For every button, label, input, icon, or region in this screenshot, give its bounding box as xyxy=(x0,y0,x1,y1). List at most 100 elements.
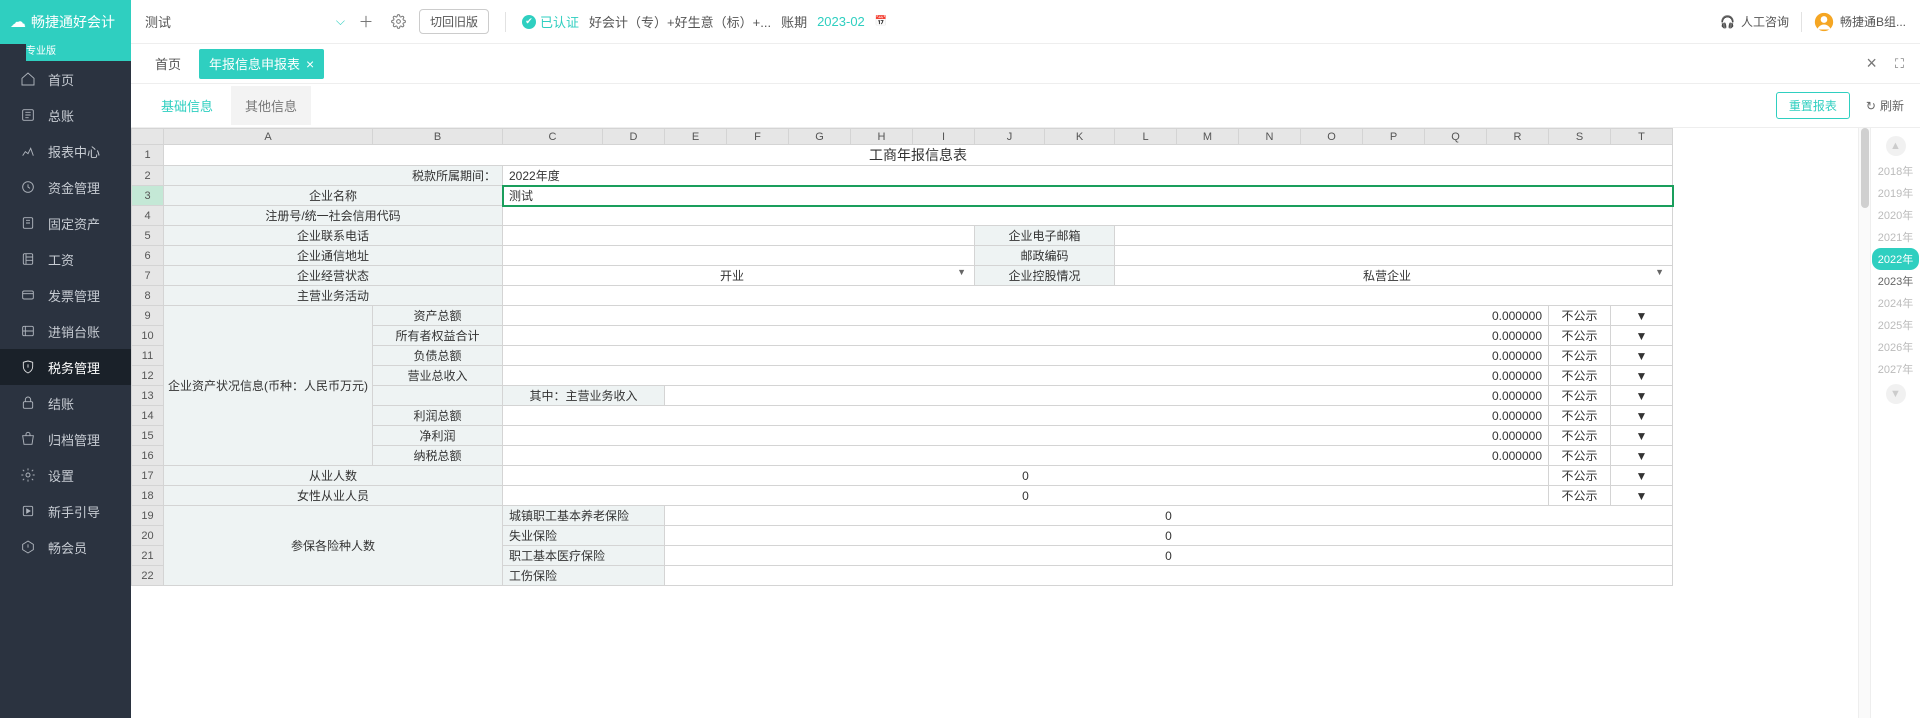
col-L[interactable]: L xyxy=(1115,129,1177,145)
subtab-other[interactable]: 其他信息 xyxy=(231,86,311,125)
scrollbar[interactable] xyxy=(1858,128,1870,718)
row-10[interactable]: 10 xyxy=(132,326,164,346)
year-2027年[interactable]: 2027年 xyxy=(1872,358,1919,380)
row-8[interactable]: 8 xyxy=(132,286,164,306)
female-dd[interactable]: ▼ xyxy=(1611,486,1673,506)
row-12[interactable]: 12 xyxy=(132,366,164,386)
col-E[interactable]: E xyxy=(665,129,727,145)
sidebar-item-8[interactable]: 税务管理 xyxy=(0,349,131,385)
col-G[interactable]: G xyxy=(789,129,851,145)
ins-val-2[interactable]: 0 xyxy=(665,546,1673,566)
row-1[interactable]: 1 xyxy=(132,145,164,166)
asset-val-5[interactable]: 0.000000 xyxy=(503,406,1549,426)
sidebar-item-12[interactable]: 新手引导 xyxy=(0,493,131,529)
asset-dd-3[interactable]: ▼ xyxy=(1611,366,1673,386)
asset-dd-6[interactable]: ▼ xyxy=(1611,426,1673,446)
col-N[interactable]: N xyxy=(1239,129,1301,145)
row-14[interactable]: 14 xyxy=(132,406,164,426)
asset-val-4[interactable]: 0.000000 xyxy=(665,386,1549,406)
sidebar-item-13[interactable]: 畅会员 xyxy=(0,529,131,565)
col-D[interactable]: D xyxy=(603,129,665,145)
asset-dd-5[interactable]: ▼ xyxy=(1611,406,1673,426)
company-selector[interactable]: 测试 ⌵ xyxy=(145,12,345,31)
support-link[interactable]: 人工咨询 xyxy=(1741,13,1789,30)
year-2022年[interactable]: 2022年 xyxy=(1872,248,1919,270)
phone-input[interactable] xyxy=(503,226,975,246)
sidebar-item-10[interactable]: 归档管理 xyxy=(0,421,131,457)
spreadsheet[interactable]: ABCDEFGHIJKLMNOPQRST1工商年报信息表2税款所属期间：2022… xyxy=(131,128,1858,718)
asset-disp-5[interactable]: 不公示 xyxy=(1549,406,1611,426)
row-16[interactable]: 16 xyxy=(132,446,164,466)
user-name[interactable]: 畅捷通B组... xyxy=(1840,13,1906,30)
reset-report-button[interactable]: 重置报表 xyxy=(1776,92,1850,119)
row-4[interactable]: 4 xyxy=(132,206,164,226)
period-value-cell[interactable]: 2022年度 xyxy=(503,166,1673,186)
col-S[interactable]: S xyxy=(1549,129,1611,145)
asset-dd-1[interactable]: ▼ xyxy=(1611,326,1673,346)
holding-select[interactable]: 私营企业▼ xyxy=(1115,266,1673,286)
female-disp[interactable]: 不公示 xyxy=(1549,486,1611,506)
asset-disp-4[interactable]: 不公示 xyxy=(1549,386,1611,406)
asset-dd-4[interactable]: ▼ xyxy=(1611,386,1673,406)
col-A[interactable]: A xyxy=(164,129,373,145)
asset-val-3[interactable]: 0.000000 xyxy=(503,366,1549,386)
switch-old-button[interactable]: 切回旧版 xyxy=(419,9,489,34)
asset-dd-0[interactable]: ▼ xyxy=(1611,306,1673,326)
row-19[interactable]: 19 xyxy=(132,506,164,526)
fullscreen-icon[interactable]: ⛶ xyxy=(1889,56,1910,72)
asset-disp-7[interactable]: 不公示 xyxy=(1549,446,1611,466)
sidebar-item-11[interactable]: 设置 xyxy=(0,457,131,493)
headset-icon[interactable]: 🎧 xyxy=(1720,15,1735,29)
asset-disp-6[interactable]: 不公示 xyxy=(1549,426,1611,446)
col-Q[interactable]: Q xyxy=(1425,129,1487,145)
ins-val-0[interactable]: 0 xyxy=(665,506,1673,526)
row-17[interactable]: 17 xyxy=(132,466,164,486)
row-3[interactable]: 3 xyxy=(132,186,164,206)
tab-annual-report[interactable]: 年报信息申报表 × xyxy=(199,49,324,79)
year-2024年[interactable]: 2024年 xyxy=(1872,292,1919,314)
refresh-button[interactable]: ↻ 刷新 xyxy=(1866,97,1904,114)
col-I[interactable]: I xyxy=(913,129,975,145)
asset-disp-3[interactable]: 不公示 xyxy=(1549,366,1611,386)
asset-val-0[interactable]: 0.000000 xyxy=(503,306,1549,326)
row-6[interactable]: 6 xyxy=(132,246,164,266)
row-22[interactable]: 22 xyxy=(132,566,164,586)
col-B[interactable]: B xyxy=(373,129,503,145)
year-2025年[interactable]: 2025年 xyxy=(1872,314,1919,336)
year-down-icon[interactable]: ▼ xyxy=(1886,384,1906,404)
asset-val-6[interactable]: 0.000000 xyxy=(503,426,1549,446)
mainbiz-input[interactable] xyxy=(503,286,1673,306)
row-18[interactable]: 18 xyxy=(132,486,164,506)
col-F[interactable]: F xyxy=(727,129,789,145)
settings-gear-icon[interactable] xyxy=(387,11,409,33)
row-13[interactable]: 13 xyxy=(132,386,164,406)
asset-val-1[interactable]: 0.000000 xyxy=(503,326,1549,346)
asset-dd-7[interactable]: ▼ xyxy=(1611,446,1673,466)
asset-val-2[interactable]: 0.000000 xyxy=(503,346,1549,366)
asset-disp-1[interactable]: 不公示 xyxy=(1549,326,1611,346)
col-K[interactable]: K xyxy=(1045,129,1115,145)
sidebar-item-7[interactable]: 进销台账 xyxy=(0,313,131,349)
addr-input[interactable] xyxy=(503,246,975,266)
emp-count-dd[interactable]: ▼ xyxy=(1611,466,1673,486)
col-O[interactable]: O xyxy=(1301,129,1363,145)
year-up-icon[interactable]: ▲ xyxy=(1886,136,1906,156)
post-input[interactable] xyxy=(1115,246,1673,266)
row-9[interactable]: 9 xyxy=(132,306,164,326)
sidebar-item-5[interactable]: 工资 xyxy=(0,241,131,277)
emp-count-disp[interactable]: 不公示 xyxy=(1549,466,1611,486)
subtab-basic[interactable]: 基础信息 xyxy=(147,86,227,125)
asset-disp-0[interactable]: 不公示 xyxy=(1549,306,1611,326)
female-val[interactable]: 0 xyxy=(503,486,1549,506)
add-company-button[interactable]: ＋ xyxy=(355,11,377,33)
row-21[interactable]: 21 xyxy=(132,546,164,566)
email-input[interactable] xyxy=(1115,226,1673,246)
company-name-input[interactable]: 测试 xyxy=(503,186,1673,206)
year-2021年[interactable]: 2021年 xyxy=(1872,226,1919,248)
col-H[interactable]: H xyxy=(851,129,913,145)
status-select[interactable]: 开业▼ xyxy=(503,266,975,286)
col-M[interactable]: M xyxy=(1177,129,1239,145)
sidebar-item-3[interactable]: 资金管理 xyxy=(0,169,131,205)
asset-val-7[interactable]: 0.000000 xyxy=(503,446,1549,466)
sidebar-item-0[interactable]: 首页 xyxy=(0,61,131,97)
